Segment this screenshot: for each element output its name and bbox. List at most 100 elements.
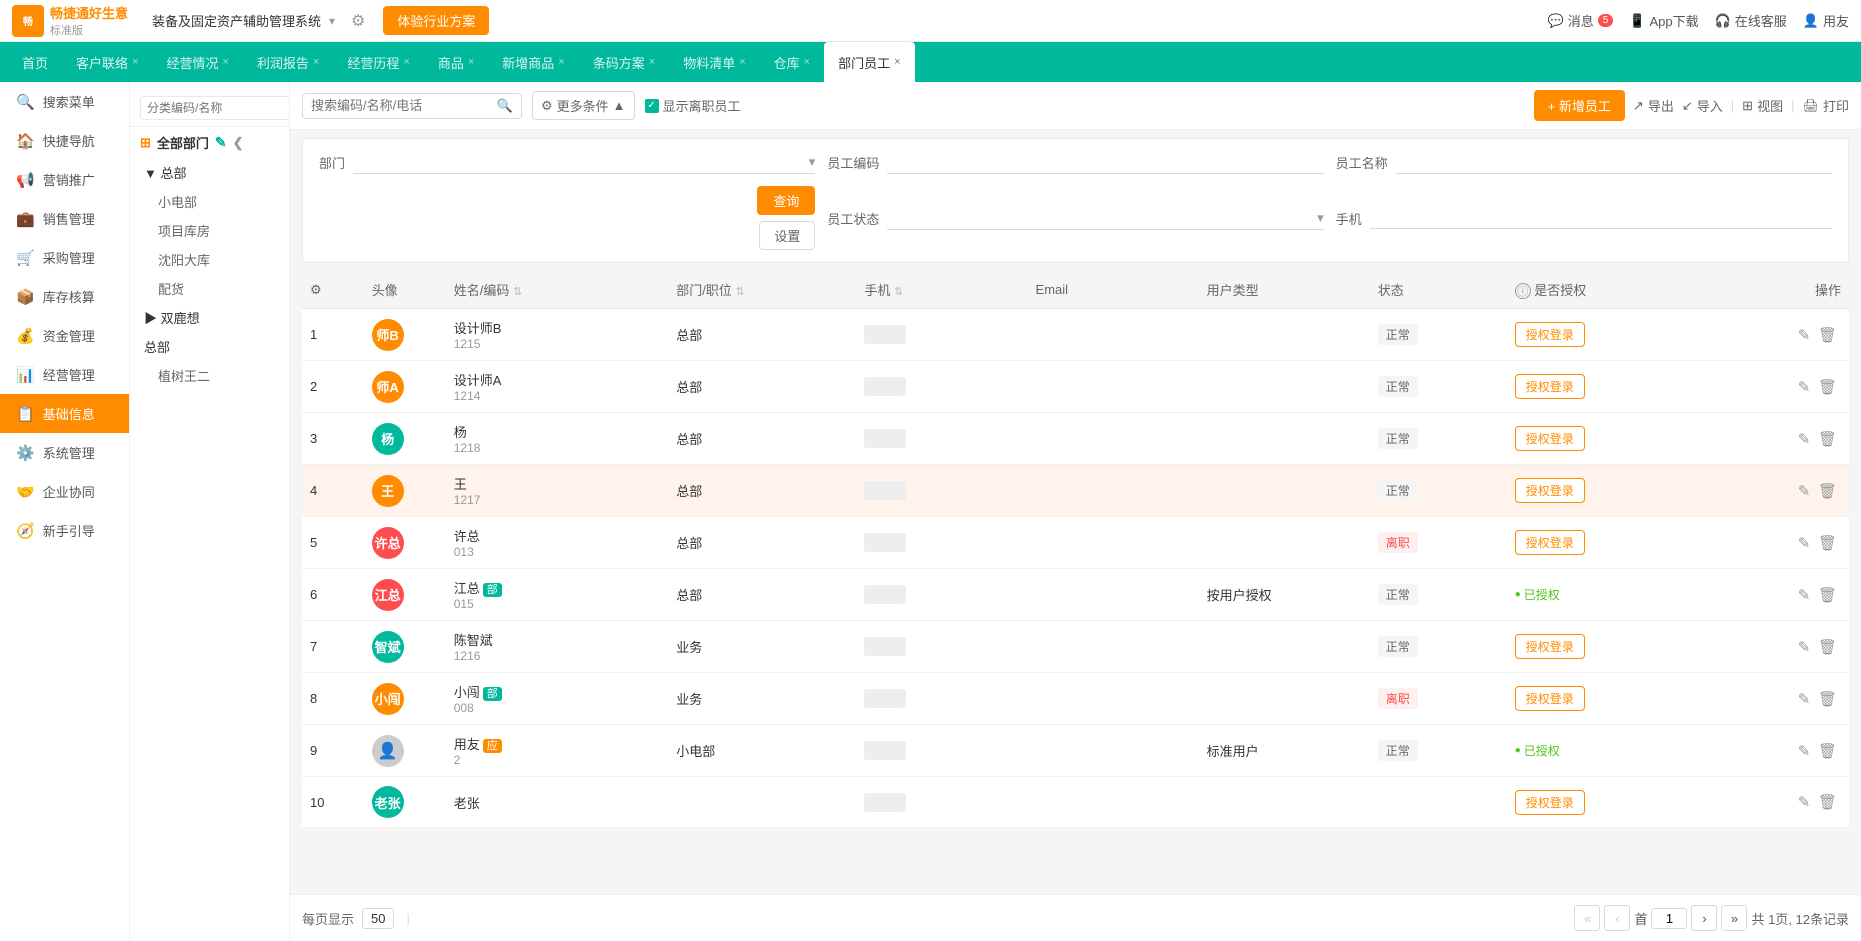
col-gear[interactable]: ⚙ xyxy=(302,271,364,309)
dept-node-沈阳大库[interactable]: 沈阳大库 xyxy=(130,245,289,274)
dropdown-arrow-icon[interactable]: ▾ xyxy=(329,14,335,28)
auth-login-button[interactable]: 授权登录 xyxy=(1515,530,1585,555)
export-button[interactable]: ↗ 导出 xyxy=(1633,96,1674,115)
delete-button[interactable]: 🗑 xyxy=(1818,327,1837,344)
delete-button[interactable]: 🗑 xyxy=(1818,535,1837,552)
close-tab-icon[interactable]: × xyxy=(403,56,409,68)
nav-tab-首页[interactable]: 首页 xyxy=(8,42,62,82)
print-button[interactable]: 🖨 打印 xyxy=(1802,96,1849,115)
dept-node-双鹿想[interactable]: ▶ 双鹿想 xyxy=(130,303,289,332)
delete-button[interactable]: 🗑 xyxy=(1818,431,1837,448)
sidebar-item-系统管理[interactable]: ⚙️系统管理 xyxy=(0,433,129,472)
close-tab-icon[interactable]: × xyxy=(222,56,228,68)
auth-login-button[interactable]: 授权登录 xyxy=(1515,426,1585,451)
delete-button[interactable]: 🗑 xyxy=(1818,639,1837,656)
close-tab-icon[interactable]: × xyxy=(558,56,564,68)
query-button[interactable]: 查询 xyxy=(757,186,815,215)
settings-icon[interactable]: ⚙ xyxy=(351,11,365,31)
delete-button[interactable]: 🗑 xyxy=(1818,691,1837,708)
edit-button[interactable]: ✎ xyxy=(1798,794,1811,811)
more-filter-button[interactable]: ⚙ 更多条件 ▲ xyxy=(532,91,635,120)
collapse-icon[interactable]: ❮ xyxy=(233,135,244,151)
user-avatar[interactable]: 👤 用友 xyxy=(1803,11,1849,30)
sidebar-item-搜索菜单[interactable]: 🔍搜索菜单 xyxy=(0,82,129,121)
auth-login-button[interactable]: 授权登录 xyxy=(1515,790,1585,815)
col-phone[interactable]: 手机 ⇅ xyxy=(856,271,1027,309)
auth-login-button[interactable]: 授权登录 xyxy=(1515,478,1585,503)
all-dept-header[interactable]: ⊞ 全部部门 ✎ ❮ xyxy=(130,127,289,158)
view-button[interactable]: ⊞ 视图 xyxy=(1742,96,1783,115)
app-download-button[interactable]: 📱 App下载 xyxy=(1629,11,1698,30)
dept-select[interactable]: ▾ xyxy=(353,151,815,174)
dept-node-小电部[interactable]: 小电部 xyxy=(130,187,289,216)
dept-node-植树王二[interactable]: 植树王二 xyxy=(130,361,289,390)
close-tab-icon[interactable]: × xyxy=(739,56,745,68)
close-tab-icon[interactable]: × xyxy=(649,56,655,68)
show-resigned-toggle[interactable]: ✓ 显示离职员工 xyxy=(645,96,741,115)
delete-button[interactable]: 🗑 xyxy=(1818,483,1837,500)
empname-input[interactable] xyxy=(1396,152,1832,174)
sidebar-item-采购管理[interactable]: 🛒采购管理 xyxy=(0,238,129,277)
sidebar-item-营销推广[interactable]: 📢营销推广 xyxy=(0,160,129,199)
edit-icon[interactable]: ✎ xyxy=(215,134,227,151)
close-tab-icon[interactable]: × xyxy=(313,56,319,68)
edit-button[interactable]: ✎ xyxy=(1798,483,1811,500)
dept-node-配货[interactable]: 配货 xyxy=(130,274,289,303)
delete-button[interactable]: 🗑 xyxy=(1818,743,1837,760)
edit-button[interactable]: ✎ xyxy=(1798,743,1811,760)
info-icon[interactable]: ⓘ xyxy=(1515,283,1531,299)
edit-button[interactable]: ✎ xyxy=(1798,431,1811,448)
sidebar-item-基础信息[interactable]: 📋基础信息 xyxy=(0,394,129,433)
col-dept[interactable]: 部门/职位 ⇅ xyxy=(668,271,856,309)
add-employee-button[interactable]: + 新增员工 xyxy=(1534,90,1625,121)
status-select[interactable]: ▾ xyxy=(887,207,1323,230)
close-tab-icon[interactable]: × xyxy=(468,56,474,68)
sidebar-item-经营管理[interactable]: 📊经营管理 xyxy=(0,355,129,394)
message-button[interactable]: 💬 消息 5 xyxy=(1548,11,1614,30)
next-page-button[interactable]: › xyxy=(1691,905,1717,931)
import-button[interactable]: ↙ 导入 xyxy=(1682,96,1723,115)
auth-login-button[interactable]: 授权登录 xyxy=(1515,634,1585,659)
nav-tab-条码方案[interactable]: 条码方案 × xyxy=(579,42,669,82)
prev-page-button[interactable]: ‹ xyxy=(1604,905,1630,931)
trial-button[interactable]: 体验行业方案 xyxy=(383,6,489,35)
phone-input[interactable] xyxy=(1370,207,1832,229)
last-page-button[interactable]: » xyxy=(1721,905,1747,931)
delete-button[interactable]: 🗑 xyxy=(1818,379,1837,396)
auth-login-button[interactable]: 授权登录 xyxy=(1515,686,1585,711)
sidebar-item-资金管理[interactable]: 💰资金管理 xyxy=(0,316,129,355)
edit-button[interactable]: ✎ xyxy=(1798,379,1811,396)
nav-tab-经营历程[interactable]: 经营历程 × xyxy=(333,42,423,82)
delete-button[interactable]: 🗑 xyxy=(1818,587,1837,604)
edit-button[interactable]: ✎ xyxy=(1798,535,1811,552)
edit-button[interactable]: ✎ xyxy=(1798,587,1811,604)
nav-tab-经营情况[interactable]: 经营情况 × xyxy=(152,42,242,82)
close-tab-icon[interactable]: × xyxy=(894,56,900,68)
auth-login-button[interactable]: 授权登录 xyxy=(1515,322,1585,347)
search-input[interactable] xyxy=(311,98,491,113)
dept-search-input[interactable] xyxy=(140,96,290,120)
nav-tab-物料清单[interactable]: 物料清单 × xyxy=(669,42,759,82)
page-number-input[interactable] xyxy=(1651,908,1687,929)
dept-node-项目库房[interactable]: 项目库房 xyxy=(130,216,289,245)
auth-login-button[interactable]: 授权登录 xyxy=(1515,374,1585,399)
nav-tab-部门员工[interactable]: 部门员工 × xyxy=(824,42,914,82)
nav-tab-新增商品[interactable]: 新增商品 × xyxy=(488,42,578,82)
delete-button[interactable]: 🗑 xyxy=(1818,794,1837,811)
first-page-button[interactable]: « xyxy=(1574,905,1600,931)
edit-button[interactable]: ✎ xyxy=(1798,639,1811,656)
nav-tab-客户联络[interactable]: 客户联络 × xyxy=(62,42,152,82)
nav-tab-商品[interactable]: 商品 × xyxy=(424,42,488,82)
sidebar-item-快捷导航[interactable]: 🏠快捷导航 xyxy=(0,121,129,160)
online-service-button[interactable]: 🎧 在线客服 xyxy=(1715,11,1787,30)
nav-tab-利润报告[interactable]: 利润报告 × xyxy=(243,42,333,82)
close-tab-icon[interactable]: × xyxy=(132,56,138,68)
dept-node-总部[interactable]: ▼ 总部 xyxy=(130,158,289,187)
search-icon[interactable]: 🔍 xyxy=(497,98,513,114)
dept-node-总部[interactable]: 总部 xyxy=(130,332,289,361)
empcode-input[interactable] xyxy=(887,152,1323,174)
page-size-select[interactable]: 50 xyxy=(362,908,394,929)
sidebar-item-新手引导[interactable]: 🧭新手引导 xyxy=(0,511,129,550)
nav-tab-仓库[interactable]: 仓库 × xyxy=(760,42,824,82)
set-button[interactable]: 设置 xyxy=(759,221,815,250)
